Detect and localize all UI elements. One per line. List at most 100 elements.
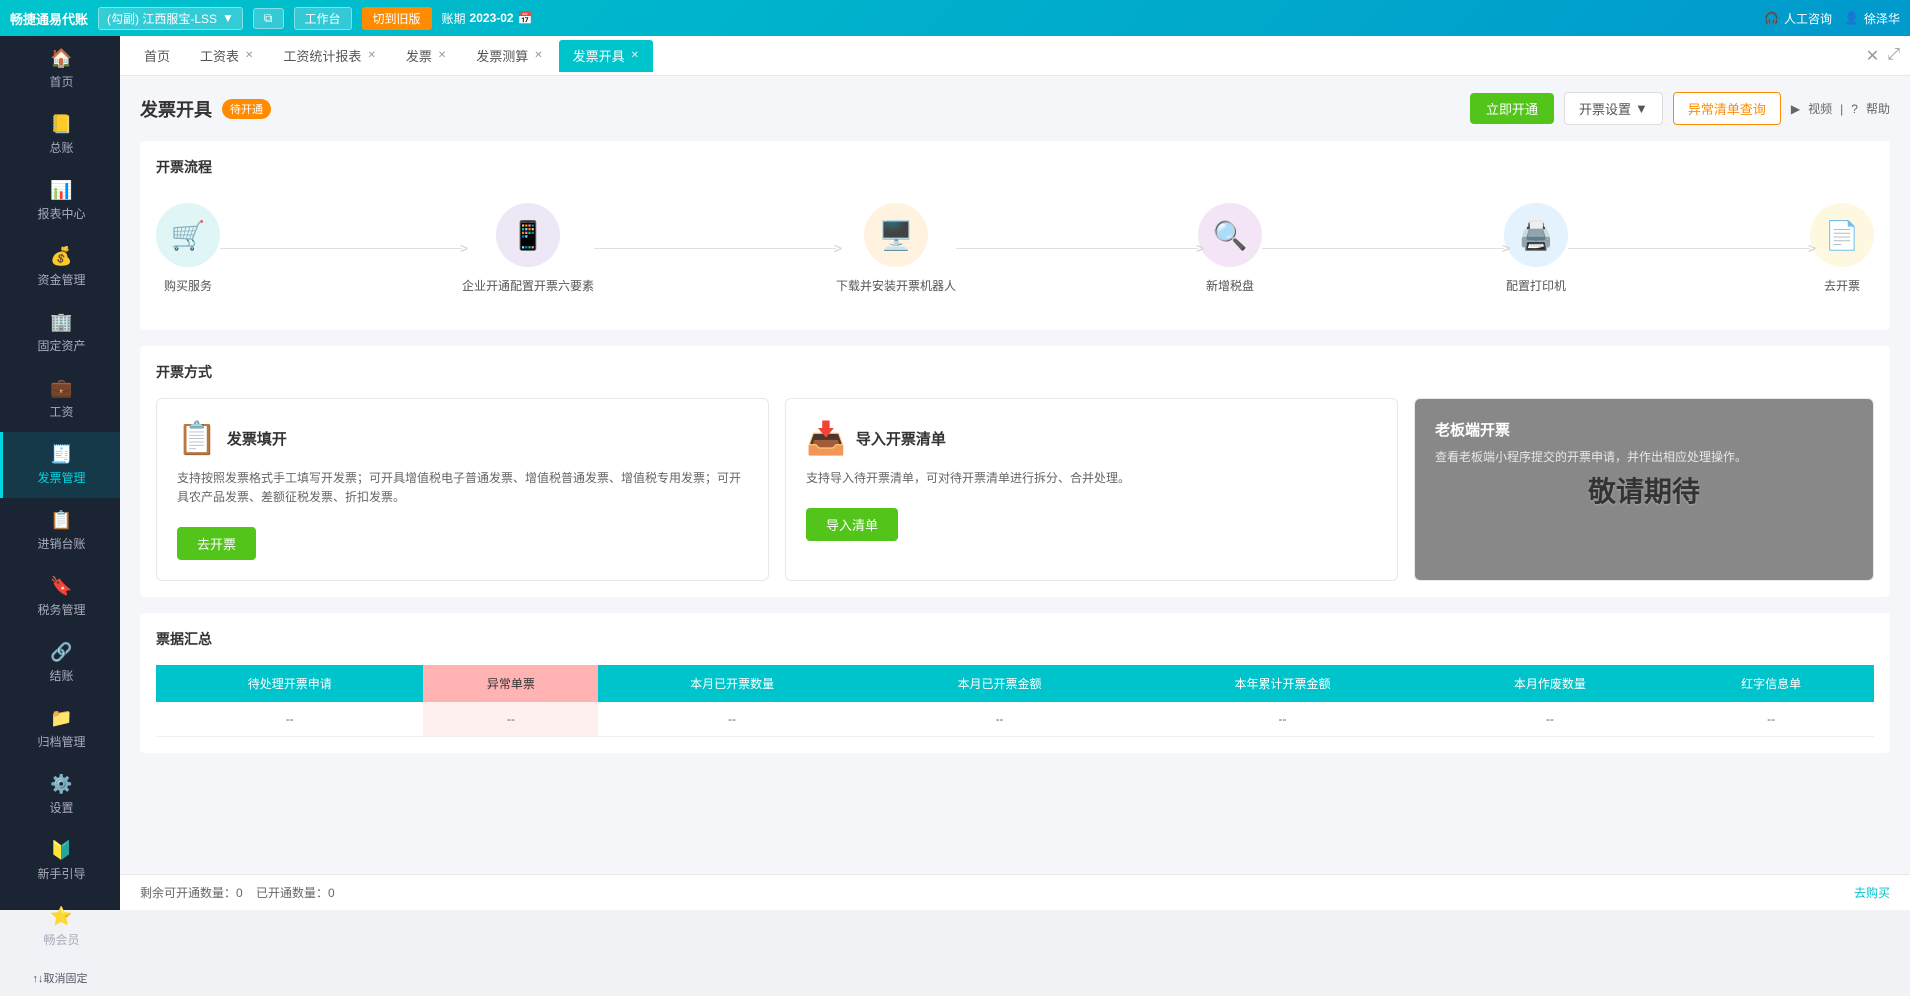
open-settings-button[interactable]: 开票设置 ▼	[1564, 92, 1663, 125]
settings-icon: ⚙️	[50, 774, 72, 795]
import-invoice-card: 📥 导入开票清单 支持导入待开票清单，可对待开票清单进行拆分、合并处理。 导入清…	[785, 398, 1398, 581]
flow-arrow-5	[1568, 248, 1810, 249]
sidebar-label-home: 首页	[49, 73, 73, 90]
content-area: 首页 工资表 ✕ 工资统计报表 ✕ 发票 ✕ 发票测算 ✕ 发票开具 ✕	[120, 36, 1910, 910]
funds-icon: 💰	[50, 246, 72, 267]
import-invoice-title: 导入开票清单	[856, 428, 946, 449]
company-selector[interactable]: (勾副) 江西服宝-LSS ▼	[98, 7, 243, 30]
sidebar-item-archive[interactable]: 📁 归档管理	[0, 696, 120, 762]
flow-step-download[interactable]: 🖥️ 下载并安装开票机器人	[836, 203, 956, 294]
import-invoice-desc: 支持导入待开票清单，可对待开票清单进行拆分、合并处理。	[806, 469, 1377, 488]
tab-bar: 首页 工资表 ✕ 工资统计报表 ✕ 发票 ✕ 发票测算 ✕ 发票开具 ✕	[120, 36, 1910, 76]
tab-invoice-list[interactable]: 发票 ✕	[392, 40, 460, 72]
invoice-icon: 🧾	[50, 444, 72, 465]
summary-title: 票据汇总	[156, 629, 1874, 649]
purchase-icon: 📋	[50, 510, 72, 531]
tab-salary-report[interactable]: 工资统计报表 ✕	[269, 40, 389, 72]
help-icon: ?	[1851, 102, 1858, 116]
coming-soon-text: 敬请期待	[1588, 470, 1700, 510]
flow-step-printer[interactable]: 🖨️ 配置打印机	[1504, 203, 1568, 294]
sidebar-item-salary[interactable]: 💼 工资	[0, 366, 120, 432]
flow-step-tax-disk[interactable]: 🔍 新增税盘	[1198, 203, 1262, 294]
tab-close-icon[interactable]: ✕	[367, 50, 375, 61]
tab-close-icon[interactable]: ✕	[438, 50, 446, 61]
sidebar-item-guide[interactable]: 🔰 新手引导	[0, 828, 120, 894]
col-today-amount: 本月已开票金额	[866, 665, 1133, 702]
sidebar-item-reports[interactable]: 📊 报表中心	[0, 168, 120, 234]
switch-old-button[interactable]: 切到旧版	[362, 7, 432, 30]
import-list-button[interactable]: 导入清单	[806, 508, 898, 541]
copy-button[interactable]: ⧉	[253, 8, 284, 29]
sidebar-item-settings[interactable]: ⚙️ 设置	[0, 762, 120, 828]
issue-cards: 📋 发票填开 支持按照发票格式手工填写开发票；可开具增值税电子普通发票、增值税普…	[156, 398, 1874, 581]
sidebar-item-assets[interactable]: 🏢 固定资产	[0, 300, 120, 366]
sidebar-pin-toggle[interactable]: ↑↓取消固定	[0, 960, 120, 996]
assets-icon: 🏢	[50, 312, 72, 333]
view-controls: ▶ 视频 | ? 帮助	[1791, 100, 1890, 117]
query-exception-button[interactable]: 异常清单查询	[1673, 92, 1781, 125]
issue-icon: 📄	[1825, 219, 1860, 252]
buy-service-icon: 🛒	[171, 219, 206, 252]
cell-pending: --	[156, 702, 423, 737]
page-content: 发票开具 待开通 立即开通 开票设置 ▼ 异常清单查询 ▶ 视频 | ?	[120, 76, 1910, 874]
cell-exception: --	[423, 702, 598, 737]
tab-close-button[interactable]: ✕	[1866, 46, 1879, 66]
calendar-icon[interactable]: 📅	[518, 11, 533, 25]
open-now-button[interactable]: 立即开通	[1470, 93, 1554, 124]
buy-link[interactable]: 去购买	[1854, 884, 1890, 901]
flow-step-buy[interactable]: 🛒 购买服务	[156, 203, 220, 294]
home-icon: 🏠	[50, 48, 72, 69]
period-value: 2023-02	[470, 11, 514, 25]
tab-invoice-tool[interactable]: 发票开具 ✕	[559, 40, 653, 72]
manual-invoice-icon: 📋	[177, 419, 217, 457]
consult-btn[interactable]: 🎧 人工咨询	[1764, 10, 1832, 27]
cell-today-amount: --	[866, 702, 1133, 737]
tab-close-active-icon[interactable]: ✕	[631, 50, 639, 61]
sidebar-label-member: 畅会员	[43, 931, 79, 948]
chevron-down-icon: ▼	[1635, 101, 1648, 116]
sidebar-label-purchase: 进销台账	[37, 535, 85, 552]
tax-icon: 🔖	[50, 576, 72, 597]
chevron-down-icon: ▼	[222, 11, 234, 25]
sidebar-item-tax[interactable]: 🔖 税务管理	[0, 564, 120, 630]
sidebar-item-ledger[interactable]: 📒 总账	[0, 102, 120, 168]
sidebar-label-settings: 设置	[49, 799, 73, 816]
footer-quota: 剩余可开通数量：0 已开通数量：0	[140, 884, 335, 901]
sidebar-item-settlement[interactable]: 🔗 结账	[0, 630, 120, 696]
flow-steps: 🛒 购买服务 📱 企业开通配置开票六要素 🖥️	[156, 193, 1874, 314]
tab-close-icon[interactable]: ✕	[534, 50, 542, 61]
sidebar-item-funds[interactable]: 💰 资金管理	[0, 234, 120, 300]
page-header: 发票开具 待开通 立即开通 开票设置 ▼ 异常清单查询 ▶ 视频 | ?	[140, 92, 1890, 125]
tab-home[interactable]: 首页	[130, 40, 184, 72]
cell-void-count: --	[1432, 702, 1669, 737]
flow-step-config[interactable]: 📱 企业开通配置开票六要素	[462, 203, 594, 294]
tab-invoice-calc[interactable]: 发票测算 ✕	[462, 40, 556, 72]
sidebar-label-settlement: 结账	[49, 667, 73, 684]
cell-year-amount: --	[1133, 702, 1431, 737]
sidebar-item-member[interactable]: ⭐ 畅会员	[0, 894, 120, 960]
go-issue-button[interactable]: 去开票	[177, 527, 256, 560]
main-layout: 🏠 首页 📒 总账 📊 报表中心 💰 资金管理 🏢 固定资产 💼 工资 🧾 发票…	[0, 36, 1910, 910]
manual-invoice-title: 发票填开	[227, 428, 287, 449]
tab-restore-button[interactable]: ⤢	[1887, 46, 1900, 66]
workspace-button[interactable]: 工作台	[294, 7, 352, 30]
status-badge: 待开通	[222, 99, 271, 119]
issue-method-section: 开票方式 📋 发票填开 支持按照发票格式手工填写开发票；可开具增值税电子普通发票…	[140, 346, 1890, 597]
flow-arrow-4	[1262, 248, 1504, 249]
tab-close-icon[interactable]: ✕	[245, 50, 253, 61]
reports-icon: 📊	[50, 180, 72, 201]
page-title: 发票开具	[140, 96, 212, 122]
col-void-count: 本月作废数量	[1432, 665, 1669, 702]
table-row: -- -- -- -- -- -- --	[156, 702, 1874, 737]
sidebar-item-home[interactable]: 🏠 首页	[0, 36, 120, 102]
old-platform-card: 老板端开票 查看老板端小程序提交的开票申请，并作出相应处理操作。 敬请期待	[1414, 398, 1874, 581]
user-menu[interactable]: 👤 徐泽华	[1844, 10, 1900, 27]
sidebar-item-invoice[interactable]: 🧾 发票管理	[0, 432, 120, 498]
flow-arrow-1	[220, 248, 462, 249]
printer-icon: 🖨️	[1519, 219, 1554, 252]
archive-icon: 📁	[50, 708, 72, 729]
cell-red-info: --	[1668, 702, 1874, 737]
flow-step-issue[interactable]: 📄 去开票	[1810, 203, 1874, 294]
sidebar-item-purchase[interactable]: 📋 进销台账	[0, 498, 120, 564]
tab-salary-table[interactable]: 工资表 ✕	[186, 40, 267, 72]
